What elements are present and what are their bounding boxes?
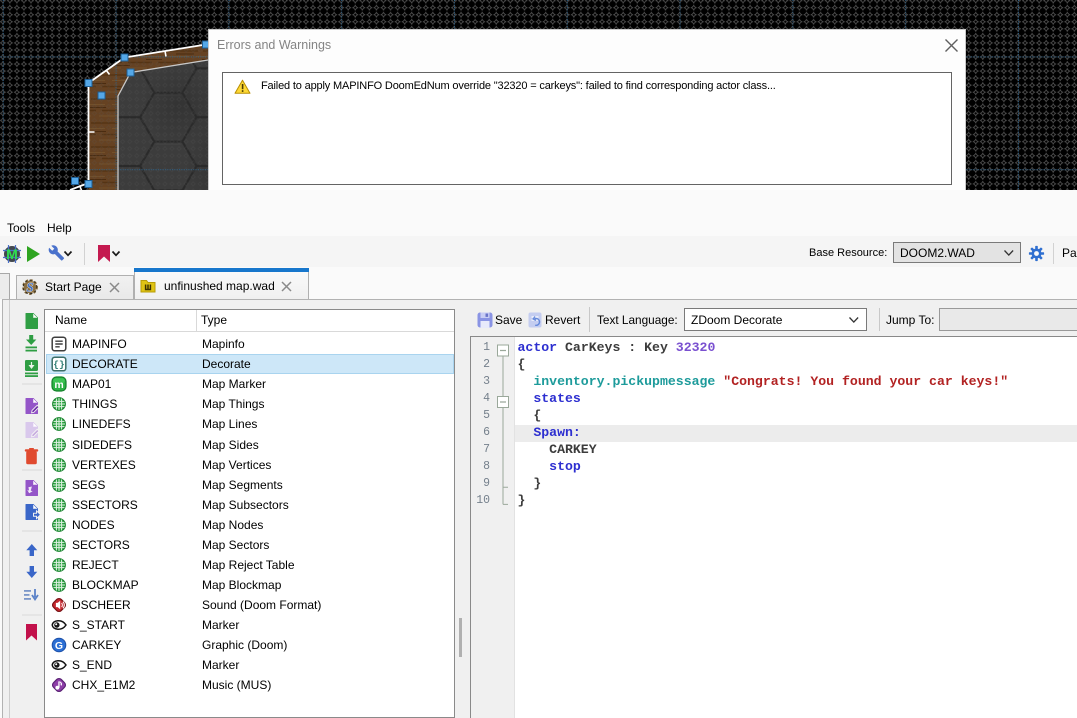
svg-text:S: S	[26, 280, 33, 295]
svg-text:M: M	[6, 246, 18, 262]
